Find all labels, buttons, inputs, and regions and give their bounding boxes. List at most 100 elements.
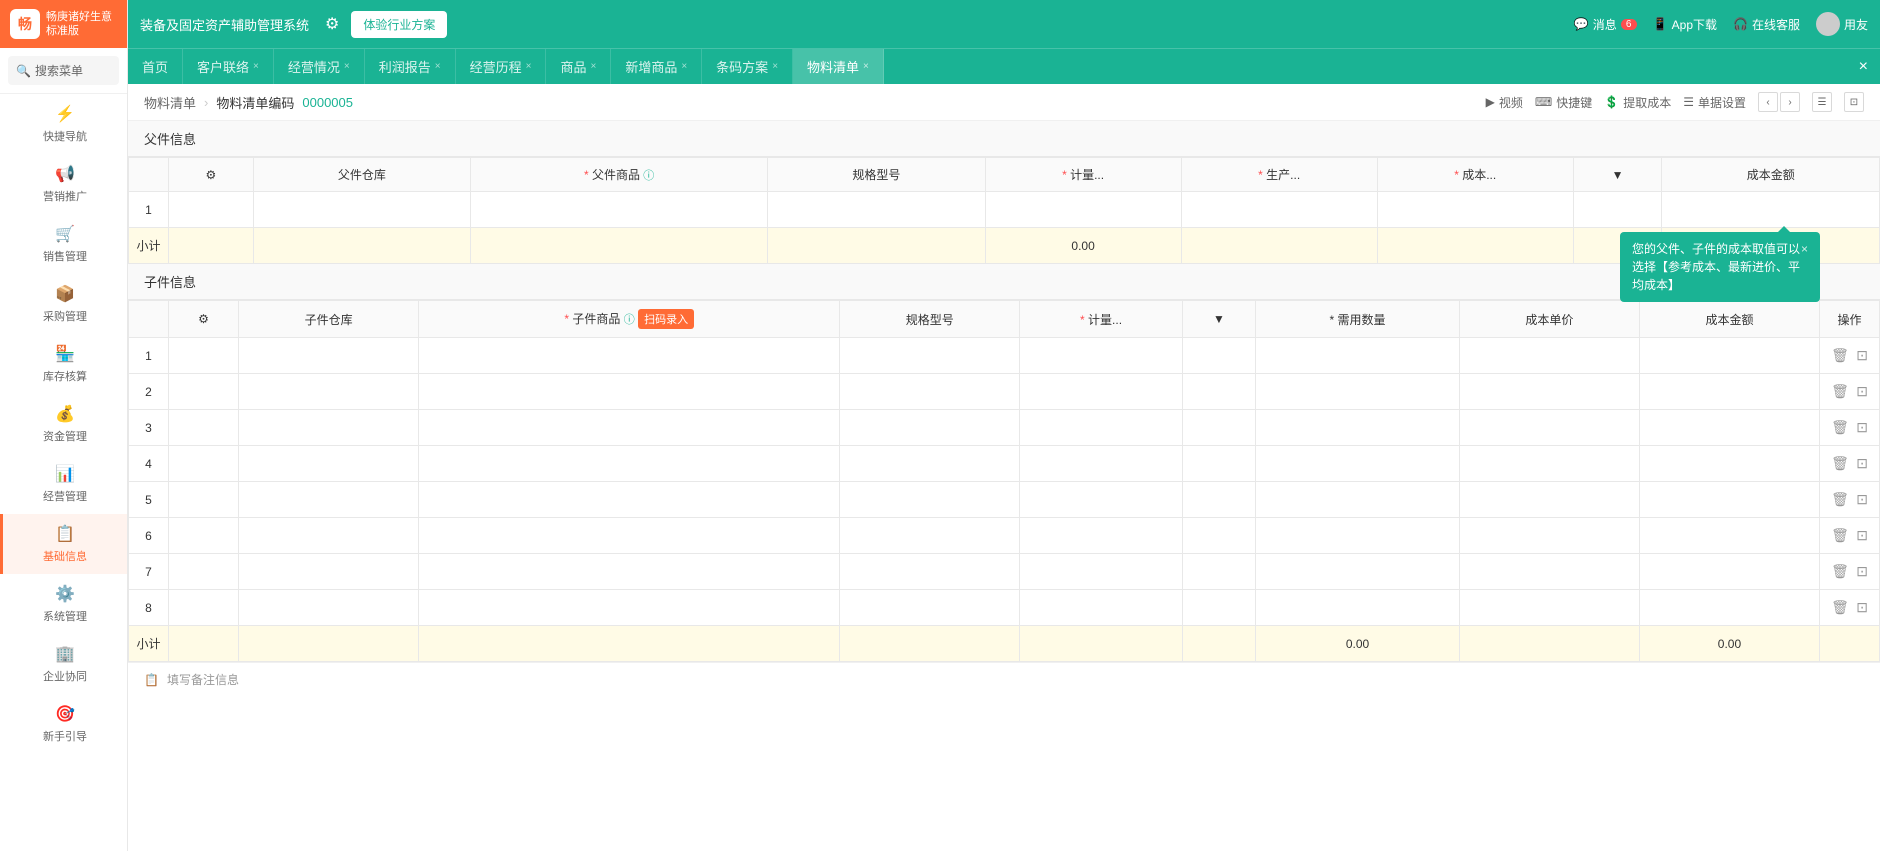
child-row-product[interactable] (419, 482, 840, 518)
child-row-quantity[interactable] (1256, 554, 1460, 590)
copy-row-button[interactable]: ⊡ (1856, 383, 1868, 399)
tab-close-icon[interactable]: × (526, 61, 532, 72)
child-row-unit[interactable] (1020, 338, 1182, 374)
tab-bom[interactable]: 物料清单 × (793, 49, 884, 84)
tab-close-icon[interactable]: × (590, 61, 596, 72)
parent-row-cost[interactable] (1377, 192, 1573, 228)
parent-col-gear[interactable]: ⚙ (169, 158, 254, 192)
sidebar-item-enterprise[interactable]: 🏢 企业协同 (0, 634, 127, 694)
sidebar-item-operation[interactable]: 📊 经营管理 (0, 454, 127, 514)
tab-operation-status[interactable]: 经营情况 × (274, 49, 365, 84)
child-row-product[interactable] (419, 374, 840, 410)
child-row-quantity[interactable] (1256, 446, 1460, 482)
copy-row-button[interactable]: ⊡ (1856, 599, 1868, 615)
child-row-quantity[interactable] (1256, 410, 1460, 446)
child-row-unit-cost[interactable] (1459, 446, 1639, 482)
tab-close-icon[interactable]: × (435, 61, 441, 72)
child-col-extra[interactable]: ▼ (1182, 301, 1255, 338)
next-button[interactable]: › (1780, 92, 1800, 112)
message-button[interactable]: 💬 消息 6 (1574, 16, 1637, 33)
child-row-unit[interactable] (1020, 518, 1182, 554)
trial-button[interactable]: 体验行业方案 (351, 11, 447, 38)
copy-row-button[interactable]: ⊡ (1856, 527, 1868, 543)
child-row-product[interactable] (419, 410, 840, 446)
child-row-warehouse[interactable] (239, 374, 419, 410)
expand-button[interactable]: ⊡ (1844, 92, 1864, 112)
sidebar-item-marketing[interactable]: 📢 营销推广 (0, 154, 127, 214)
child-row-warehouse[interactable] (239, 338, 419, 374)
parent-row-unit[interactable] (985, 192, 1181, 228)
child-row-spec[interactable] (840, 410, 1020, 446)
breadcrumb-bom[interactable]: 物料清单 (144, 93, 196, 112)
copy-row-button[interactable]: ⊡ (1856, 455, 1868, 471)
copy-row-button[interactable]: ⊡ (1856, 491, 1868, 507)
child-row-spec[interactable] (840, 338, 1020, 374)
child-row-product[interactable] (419, 446, 840, 482)
sidebar-item-inventory[interactable]: 🏪 库存核算 (0, 334, 127, 394)
child-row-unit-cost[interactable] (1459, 518, 1639, 554)
tab-close-icon[interactable]: × (253, 61, 259, 72)
sidebar-item-purchase[interactable]: 📦 采购管理 (0, 274, 127, 334)
child-row-quantity[interactable] (1256, 482, 1460, 518)
tab-profit-report[interactable]: 利润报告 × (365, 49, 456, 84)
sidebar-item-finance[interactable]: 💰 资金管理 (0, 394, 127, 454)
online-service-button[interactable]: 🎧 在线客服 (1733, 16, 1800, 33)
parent-col-extra[interactable]: ▼ (1573, 158, 1662, 192)
tab-close-icon[interactable]: × (681, 61, 687, 72)
child-row-spec[interactable] (840, 482, 1020, 518)
delete-row-button[interactable]: 🗑 (1831, 563, 1849, 579)
sidebar-item-system[interactable]: ⚙️ 系统管理 (0, 574, 127, 634)
child-row-spec[interactable] (840, 590, 1020, 626)
child-row-unit-cost[interactable] (1459, 374, 1639, 410)
child-row-spec[interactable] (840, 374, 1020, 410)
tab-barcode[interactable]: 条码方案 × (702, 49, 793, 84)
sidebar-item-sales[interactable]: 🛒 销售管理 (0, 214, 127, 274)
child-row-spec[interactable] (840, 518, 1020, 554)
sidebar-item-basic[interactable]: 📋 基础信息 (0, 514, 127, 574)
child-row-unit[interactable] (1020, 446, 1182, 482)
parent-row-spec[interactable] (768, 192, 985, 228)
child-row-spec[interactable] (840, 554, 1020, 590)
tab-products[interactable]: 商品 × (546, 49, 611, 84)
app-download-button[interactable]: 📱 App下载 (1653, 16, 1717, 33)
tab-close-icon[interactable]: × (772, 61, 778, 72)
child-row-spec[interactable] (840, 446, 1020, 482)
child-row-warehouse[interactable] (239, 518, 419, 554)
child-row-quantity[interactable] (1256, 590, 1460, 626)
parent-row-product[interactable] (471, 192, 768, 228)
tab-close-all-button[interactable]: × (1847, 50, 1880, 84)
view-video-button[interactable]: ▶ 视频 (1486, 94, 1523, 111)
child-row-unit-cost[interactable] (1459, 554, 1639, 590)
child-row-unit-cost[interactable] (1459, 410, 1639, 446)
search-menu-button[interactable]: 🔍 搜索菜单 (8, 56, 119, 85)
list-view-button[interactable]: ☰ (1812, 92, 1832, 112)
settings-icon[interactable]: ⚙ (321, 10, 343, 38)
extract-cost-button[interactable]: 💲 提取成本 (1604, 94, 1671, 111)
delete-row-button[interactable]: 🗑 (1831, 491, 1849, 507)
child-row-quantity[interactable] (1256, 338, 1460, 374)
scan-input-button[interactable]: 扫码录入 (638, 309, 694, 329)
single-settings-button[interactable]: ☰ 单据设置 (1683, 94, 1746, 111)
tab-operation-history[interactable]: 经营历程 × (456, 49, 547, 84)
child-row-unit[interactable] (1020, 482, 1182, 518)
sidebar-item-quick-nav[interactable]: ⚡ 快捷导航 (0, 94, 127, 154)
child-row-warehouse[interactable] (239, 590, 419, 626)
child-row-unit[interactable] (1020, 410, 1182, 446)
tab-close-icon[interactable]: × (863, 61, 869, 72)
child-row-product[interactable] (419, 518, 840, 554)
tab-customer[interactable]: 客户联络 × (183, 49, 274, 84)
copy-row-button[interactable]: ⊡ (1856, 347, 1868, 363)
tab-close-icon[interactable]: × (344, 61, 350, 72)
sidebar-item-guide[interactable]: 🎯 新手引导 (0, 694, 127, 754)
parent-row-warehouse[interactable] (253, 192, 470, 228)
copy-row-button[interactable]: ⊡ (1856, 563, 1868, 579)
user-menu-button[interactable]: 用友 (1816, 12, 1868, 36)
child-row-product[interactable] (419, 590, 840, 626)
tab-new-products[interactable]: 新增商品 × (611, 49, 702, 84)
delete-row-button[interactable]: 🗑 (1831, 347, 1849, 363)
child-row-quantity[interactable] (1256, 374, 1460, 410)
copy-row-button[interactable]: ⊡ (1856, 419, 1868, 435)
delete-row-button[interactable]: 🗑 (1831, 383, 1849, 399)
child-row-unit[interactable] (1020, 374, 1182, 410)
tooltip-close-button[interactable]: × (1801, 240, 1808, 258)
